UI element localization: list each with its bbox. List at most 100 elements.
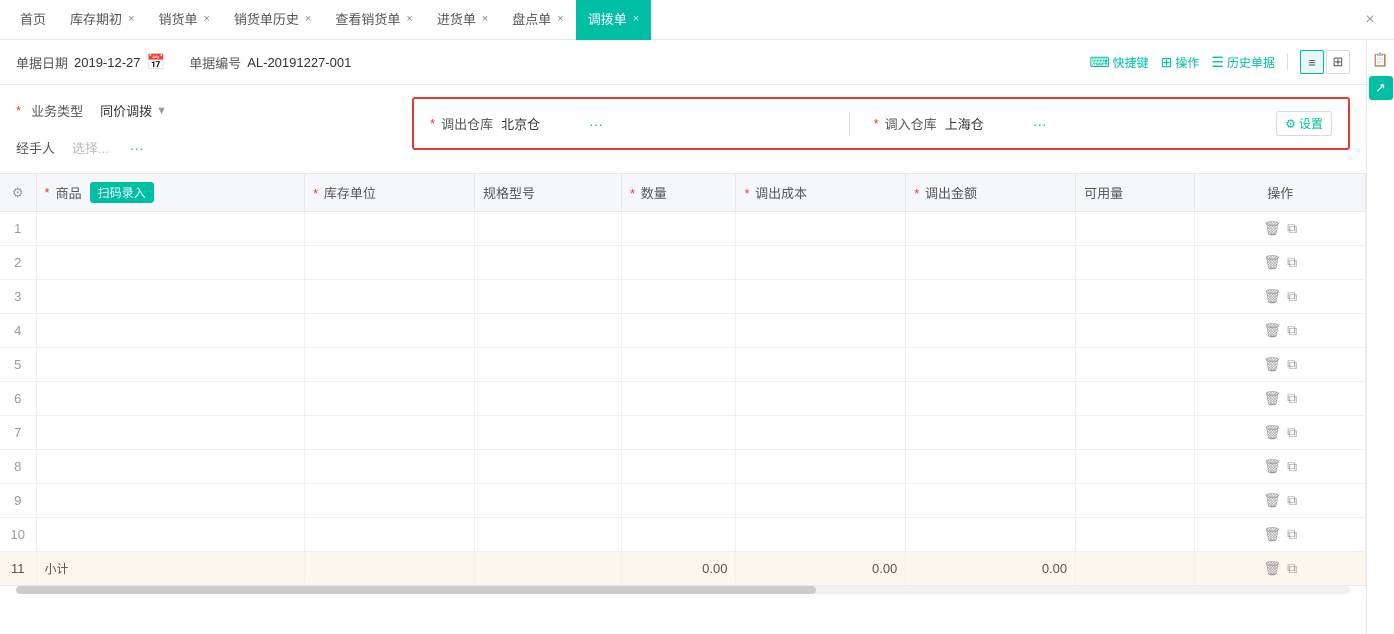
cell-amount[interactable]: [906, 416, 1076, 450]
sidebar-doc-icon[interactable]: 📋: [1369, 48, 1393, 72]
sidebar-export-icon[interactable]: ↗: [1369, 76, 1393, 100]
cell-product[interactable]: [36, 212, 305, 246]
cell-product[interactable]: [36, 314, 305, 348]
cell-spec[interactable]: [475, 280, 622, 314]
cell-product[interactable]: [36, 348, 305, 382]
tab-close-purchase-order[interactable]: ×: [482, 13, 488, 25]
cell-product[interactable]: [36, 382, 305, 416]
cell-product[interactable]: [36, 518, 305, 552]
cell-product[interactable]: [36, 280, 305, 314]
tab-close-sales-history[interactable]: ×: [305, 13, 311, 25]
window-close-button[interactable]: ×: [1354, 4, 1386, 36]
cell-available[interactable]: [1076, 382, 1195, 416]
cell-product[interactable]: [36, 484, 305, 518]
cell-amount[interactable]: [906, 246, 1076, 280]
cell-cost[interactable]: [736, 382, 906, 416]
cell-qty[interactable]: [622, 518, 736, 552]
copy-icon[interactable]: ⧉: [1287, 390, 1297, 407]
cell-spec[interactable]: [475, 450, 622, 484]
cell-qty[interactable]: [622, 348, 736, 382]
cell-spec[interactable]: [475, 246, 622, 280]
gear-settings-icon[interactable]: ⚙: [12, 185, 24, 200]
cell-qty[interactable]: [622, 382, 736, 416]
tab-close-inventory-check[interactable]: ×: [557, 13, 563, 25]
cell-qty[interactable]: [622, 246, 736, 280]
layout-list-btn[interactable]: ≡: [1300, 50, 1324, 74]
business-type-select[interactable]: 同价调拨 ▼: [91, 97, 176, 124]
cell-unit[interactable]: [305, 382, 475, 416]
cell-available[interactable]: [1076, 348, 1195, 382]
tab-close-transfer[interactable]: ×: [633, 13, 639, 25]
cell-cost[interactable]: [736, 450, 906, 484]
operations-btn[interactable]: ⊞ 操作: [1161, 54, 1200, 71]
tab-close-sales-order[interactable]: ×: [203, 13, 209, 25]
tab-close-inventory-init[interactable]: ×: [128, 13, 134, 25]
cell-unit[interactable]: [305, 212, 475, 246]
tab-view-sales[interactable]: 查看销货单 ×: [323, 0, 424, 40]
scan-button[interactable]: 扫码录入: [90, 182, 154, 203]
history-btn[interactable]: ☰ 历史单据: [1211, 54, 1275, 71]
cell-unit[interactable]: [305, 314, 475, 348]
settings-button[interactable]: ⚙ 设置: [1276, 111, 1332, 136]
cell-qty[interactable]: [622, 314, 736, 348]
delete-icon[interactable]: 🗑: [1263, 356, 1281, 373]
cell-qty[interactable]: [622, 416, 736, 450]
scrollbar-thumb[interactable]: [16, 586, 816, 594]
cell-qty[interactable]: [622, 280, 736, 314]
copy-icon[interactable]: ⧉: [1287, 458, 1297, 475]
cell-available[interactable]: [1076, 314, 1195, 348]
cell-cost[interactable]: [736, 348, 906, 382]
copy-icon[interactable]: ⧉: [1287, 220, 1297, 237]
cell-available[interactable]: [1076, 246, 1195, 280]
cell-available[interactable]: [1076, 484, 1195, 518]
cell-amount[interactable]: [906, 518, 1076, 552]
tab-transfer[interactable]: 调拨单 ×: [576, 0, 651, 40]
delete-icon[interactable]: 🗑: [1263, 560, 1281, 577]
cell-available[interactable]: [1076, 450, 1195, 484]
cell-spec[interactable]: [475, 348, 622, 382]
cell-spec[interactable]: [475, 416, 622, 450]
cell-cost[interactable]: [736, 246, 906, 280]
tab-close-view-sales[interactable]: ×: [406, 13, 412, 25]
copy-icon[interactable]: ⧉: [1287, 560, 1297, 577]
calendar-icon[interactable]: 📅: [147, 53, 166, 71]
copy-icon[interactable]: ⧉: [1287, 526, 1297, 543]
delete-icon[interactable]: 🗑: [1263, 492, 1281, 509]
cell-amount[interactable]: [906, 450, 1076, 484]
handler-select[interactable]: 选择...: [63, 134, 118, 161]
cell-amount[interactable]: [906, 314, 1076, 348]
copy-icon[interactable]: ⧉: [1287, 356, 1297, 373]
delete-icon[interactable]: 🗑: [1263, 322, 1281, 339]
cell-unit[interactable]: [305, 484, 475, 518]
cell-qty[interactable]: [622, 212, 736, 246]
cell-available[interactable]: [1076, 280, 1195, 314]
cell-cost[interactable]: [736, 212, 906, 246]
delete-icon[interactable]: 🗑: [1263, 458, 1281, 475]
cell-qty[interactable]: [622, 450, 736, 484]
delete-icon[interactable]: 🗑: [1263, 220, 1281, 237]
copy-icon[interactable]: ⧉: [1287, 288, 1297, 305]
horizontal-scrollbar[interactable]: [16, 586, 1350, 594]
cell-available[interactable]: [1076, 212, 1195, 246]
tab-purchase-order[interactable]: 进货单 ×: [425, 0, 500, 40]
cell-amount[interactable]: [906, 280, 1076, 314]
cell-amount[interactable]: [906, 382, 1076, 416]
cell-unit[interactable]: [305, 280, 475, 314]
cell-product[interactable]: [36, 450, 305, 484]
in-warehouse-more-btn[interactable]: ···: [1033, 116, 1047, 132]
cell-spec[interactable]: [475, 484, 622, 518]
cell-cost[interactable]: [736, 518, 906, 552]
cell-unit[interactable]: [305, 246, 475, 280]
tab-sales-history[interactable]: 销货单历史 ×: [222, 0, 323, 40]
cell-spec[interactable]: [475, 212, 622, 246]
tab-sales-order[interactable]: 销货单 ×: [146, 0, 221, 40]
delete-icon[interactable]: 🗑: [1263, 390, 1281, 407]
cell-available[interactable]: [1076, 518, 1195, 552]
cell-qty[interactable]: [622, 484, 736, 518]
layout-grid-btn[interactable]: ⊞: [1326, 50, 1350, 74]
cell-unit[interactable]: [305, 450, 475, 484]
cell-available[interactable]: [1076, 416, 1195, 450]
cell-product[interactable]: [36, 246, 305, 280]
copy-icon[interactable]: ⧉: [1287, 424, 1297, 441]
cell-cost[interactable]: [736, 484, 906, 518]
